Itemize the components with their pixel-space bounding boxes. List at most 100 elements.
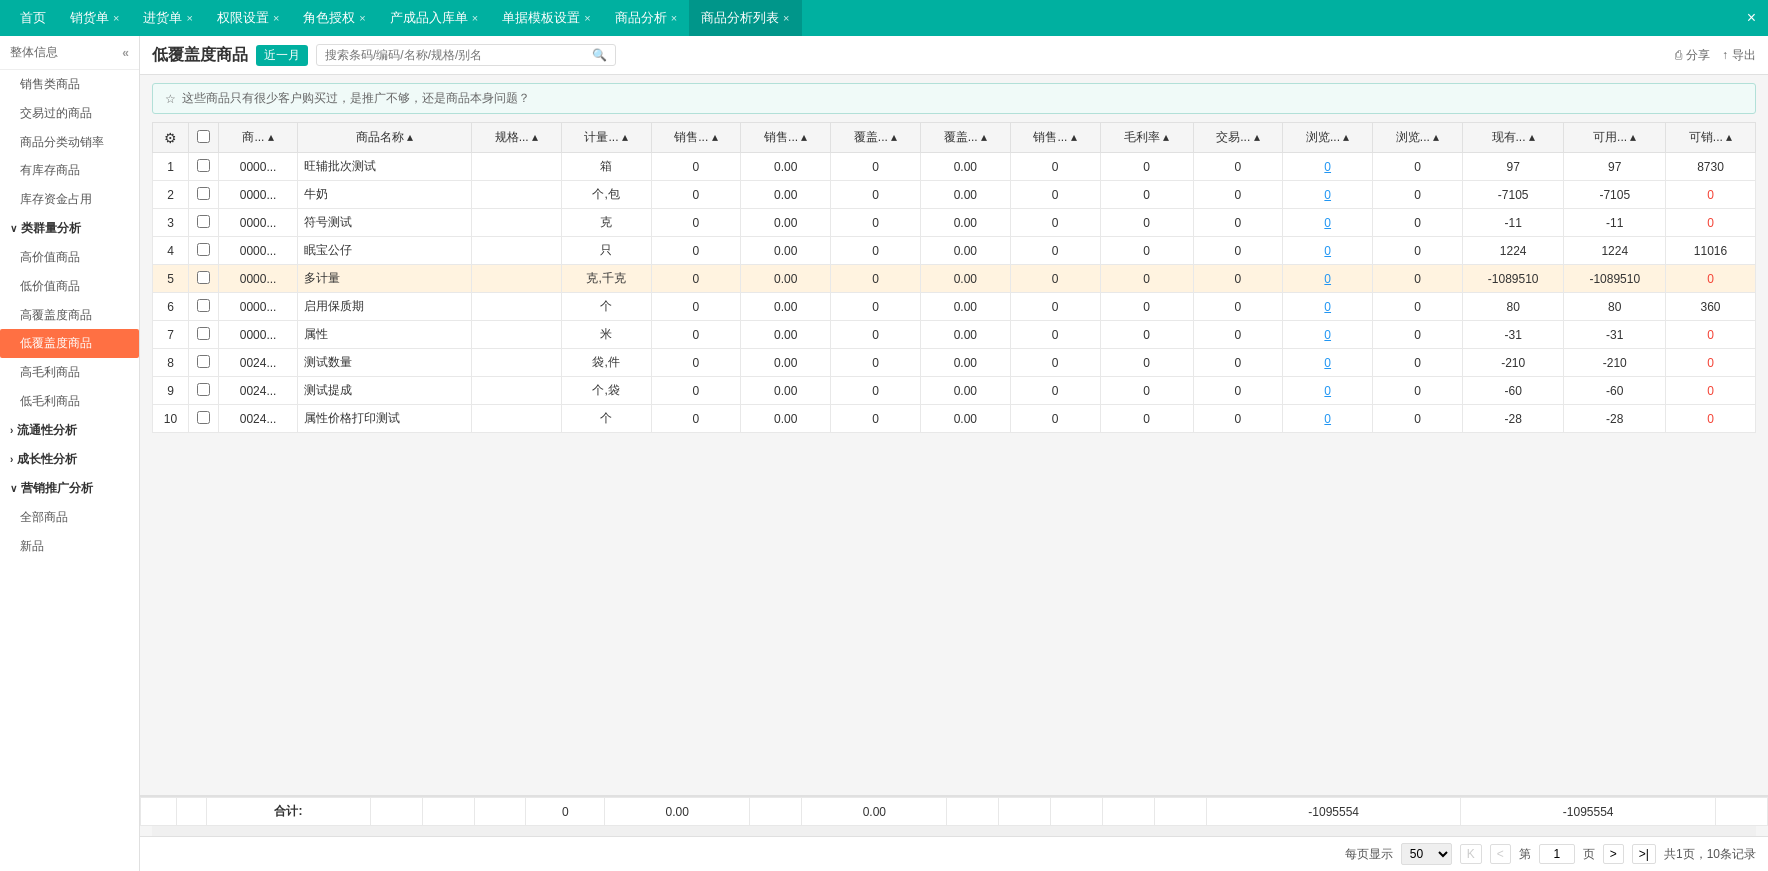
th-cover-amt[interactable]: 覆盖... ▴ [920,123,1010,153]
cell-check[interactable] [189,321,219,349]
cell-check[interactable] [189,265,219,293]
th-avail-stock[interactable]: 可用... ▴ [1564,123,1666,153]
row-checkbox[interactable] [197,327,210,340]
collapse-icon[interactable]: « [122,46,129,60]
row-checkbox[interactable] [197,215,210,228]
row-checkbox[interactable] [197,355,210,368]
cell-view1[interactable]: 0 [1283,265,1373,293]
th-trade-count[interactable]: 交易... ▴ [1193,123,1283,153]
nav-product-stock-close[interactable]: × [472,12,478,24]
cell-check[interactable] [189,349,219,377]
sidebar-item-category-rate[interactable]: 商品分类动销率 [0,128,139,157]
cell-view1[interactable]: 0 [1283,377,1373,405]
nav-product-analysis[interactable]: 商品分析 × [603,0,689,36]
th-saleable-stock[interactable]: 可销... ▴ [1666,123,1756,153]
nav-template[interactable]: 单据模板设置 × [490,0,602,36]
th-gear[interactable]: ⚙ [153,123,189,153]
sidebar-section-flow[interactable]: › 流通性分析 [0,416,139,445]
view-link[interactable]: 0 [1324,216,1331,230]
cell-check[interactable] [189,237,219,265]
cell-view1[interactable]: 0 [1283,153,1373,181]
sidebar-item-new-goods[interactable]: 新品 [0,532,139,561]
th-name[interactable]: 商品名称 ▴ [298,123,472,153]
nav-purchase-close[interactable]: × [186,12,192,24]
row-checkbox[interactable] [197,299,210,312]
th-spec[interactable]: 规格... ▴ [471,123,561,153]
first-page-button[interactable]: K [1460,844,1482,864]
page-number-input[interactable] [1539,844,1575,864]
nav-permission[interactable]: 权限设置 × [205,0,291,36]
cell-view1[interactable]: 0 [1283,405,1373,433]
view-link[interactable]: 0 [1324,300,1331,314]
cell-view1[interactable]: 0 [1283,293,1373,321]
nav-sales[interactable]: 销货单 × [58,0,131,36]
th-sale-qty[interactable]: 销售... ▴ [651,123,741,153]
nav-product-analysis-list-close[interactable]: × [783,12,789,24]
cell-check[interactable] [189,209,219,237]
nav-purchase[interactable]: 进货单 × [131,0,204,36]
nav-product-analysis-list[interactable]: 商品分析列表 × [689,0,801,36]
th-current-stock[interactable]: 现有... ▴ [1462,123,1564,153]
nav-permission-close[interactable]: × [273,12,279,24]
share-button[interactable]: ⎙ 分享 [1675,47,1710,64]
sidebar-section-cluster[interactable]: ∨ 类群量分析 [0,214,139,243]
sidebar-item-high-coverage[interactable]: 高覆盖度商品 [0,301,139,330]
table-wrapper[interactable]: ⚙ 商... ▴ 商品名称 ▴ 规格... ▴ 计量... ▴ 销售... ▴ … [152,122,1756,795]
nav-product-stock[interactable]: 产成品入库单 × [378,0,490,36]
sidebar-section-marketing[interactable]: ∨ 营销推广分析 [0,474,139,503]
view-link[interactable]: 0 [1324,160,1331,174]
sidebar-item-capital[interactable]: 库存资金占用 [0,185,139,214]
th-unit[interactable]: 计量... ▴ [561,123,651,153]
row-checkbox[interactable] [197,159,210,172]
view-link[interactable]: 0 [1324,272,1331,286]
nav-sales-close[interactable]: × [113,12,119,24]
cell-check[interactable] [189,293,219,321]
nav-role-close[interactable]: × [359,12,365,24]
view-link[interactable]: 0 [1324,328,1331,342]
cell-view1[interactable]: 0 [1283,237,1373,265]
sidebar-header[interactable]: 整体信息 « [0,36,139,70]
horizontal-scrollbar[interactable] [152,826,1756,836]
cell-check[interactable] [189,405,219,433]
view-link[interactable]: 0 [1324,188,1331,202]
nav-template-close[interactable]: × [584,12,590,24]
nav-product-analysis-close[interactable]: × [671,12,677,24]
search-input[interactable] [325,48,588,62]
time-filter-button[interactable]: 近一月 [256,45,308,66]
view-link[interactable]: 0 [1324,384,1331,398]
cell-view1[interactable]: 0 [1283,181,1373,209]
check-all[interactable] [197,130,210,143]
view-link[interactable]: 0 [1324,356,1331,370]
sidebar-item-high-profit[interactable]: 高毛利商品 [0,358,139,387]
view-link[interactable]: 0 [1324,412,1331,426]
next-page-button[interactable]: > [1603,844,1624,864]
close-all-button[interactable]: × [1735,0,1768,36]
cell-view1[interactable]: 0 [1283,349,1373,377]
cell-view1[interactable]: 0 [1283,209,1373,237]
row-checkbox[interactable] [197,383,210,396]
sidebar-item-low-profit[interactable]: 低毛利商品 [0,387,139,416]
sidebar-item-in-stock[interactable]: 有库存商品 [0,156,139,185]
nav-home[interactable]: 首页 [8,0,58,36]
nav-role[interactable]: 角色授权 × [291,0,377,36]
cell-check[interactable] [189,181,219,209]
row-checkbox[interactable] [197,271,210,284]
sidebar-item-traded-goods[interactable]: 交易过的商品 [0,99,139,128]
export-button[interactable]: ↑ 导出 [1722,47,1756,64]
sidebar-item-high-value[interactable]: 高价值商品 [0,243,139,272]
row-checkbox[interactable] [197,187,210,200]
sidebar-section-growth[interactable]: › 成长性分析 [0,445,139,474]
row-checkbox[interactable] [197,411,210,424]
sidebar-item-low-coverage[interactable]: 低覆盖度商品 [0,329,139,358]
sidebar-item-sales-goods[interactable]: 销售类商品 [0,70,139,99]
cell-view1[interactable]: 0 [1283,321,1373,349]
th-view1[interactable]: 浏览... ▴ [1283,123,1373,153]
cell-check[interactable] [189,377,219,405]
th-sale-amt[interactable]: 销售... ▴ [741,123,831,153]
sidebar-item-all-goods[interactable]: 全部商品 [0,503,139,532]
th-view2[interactable]: 浏览... ▴ [1373,123,1463,153]
gear-icon[interactable]: ⚙ [164,130,177,146]
row-checkbox[interactable] [197,243,210,256]
cell-check[interactable] [189,153,219,181]
prev-page-button[interactable]: < [1490,844,1511,864]
